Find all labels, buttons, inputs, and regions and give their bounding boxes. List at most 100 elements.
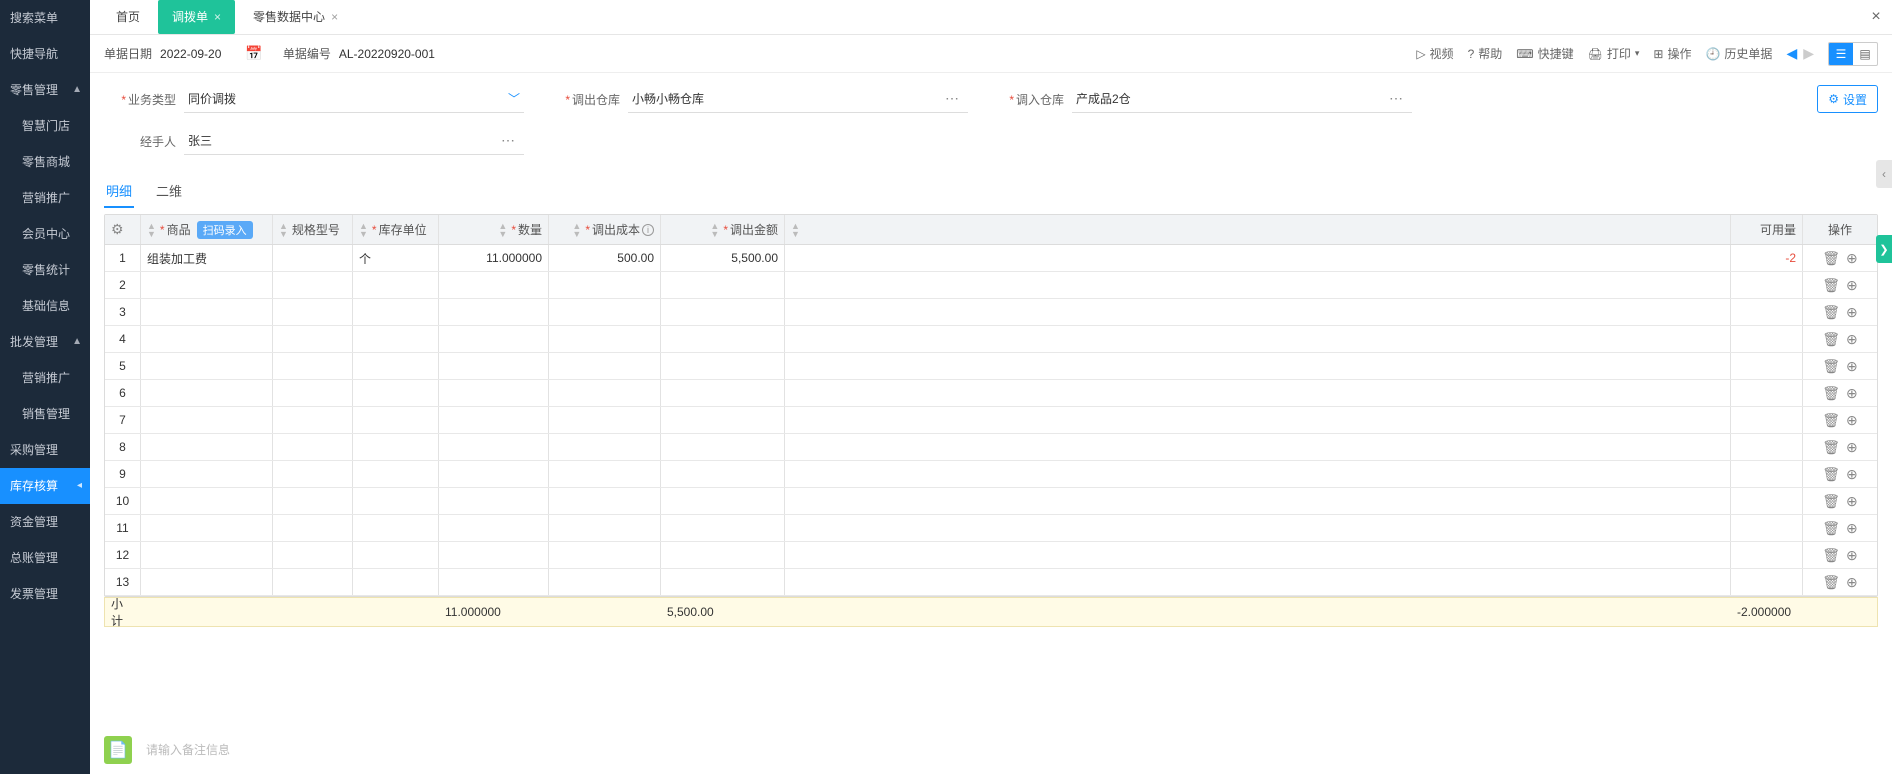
cell-qty[interactable]: [439, 407, 549, 433]
cell-spec[interactable]: [273, 488, 353, 514]
cell-amt[interactable]: [661, 326, 785, 352]
cell-spec[interactable]: [273, 380, 353, 406]
add-row-icon[interactable]: ⊕: [1846, 439, 1858, 456]
cell-spec[interactable]: [273, 407, 353, 433]
cell-spec[interactable]: [273, 569, 353, 595]
cell-unit[interactable]: [353, 488, 439, 514]
cell-cost[interactable]: [549, 380, 661, 406]
cell-qty[interactable]: [439, 299, 549, 325]
sidebar-item-retailmall[interactable]: 零售商城: [0, 144, 90, 180]
sidebar-item-basicinfo[interactable]: 基础信息: [0, 288, 90, 324]
cell-product[interactable]: [141, 488, 273, 514]
sidebar-item-inventory[interactable]: 库存核算 ◂: [0, 468, 90, 504]
cell-amt[interactable]: [661, 407, 785, 433]
cell-unit[interactable]: [353, 407, 439, 433]
table-row[interactable]: 1组装加工费个11.000000500.005,500.00-2🗑⊕: [105, 245, 1877, 272]
table-row[interactable]: 3🗑⊕: [105, 299, 1877, 326]
add-row-icon[interactable]: ⊕: [1846, 466, 1858, 483]
next-doc-button[interactable]: ▶: [1803, 45, 1814, 62]
cell-cost[interactable]: [549, 326, 661, 352]
sidebar-item-purchase[interactable]: 采购管理: [0, 432, 90, 468]
cell-product[interactable]: [141, 299, 273, 325]
cell-qty[interactable]: [439, 515, 549, 541]
cell-amt[interactable]: 5,500.00: [661, 245, 785, 271]
cell-unit[interactable]: 个: [353, 245, 439, 271]
table-row[interactable]: 6🗑⊕: [105, 380, 1877, 407]
add-row-icon[interactable]: ⊕: [1846, 520, 1858, 537]
delete-row-icon[interactable]: 🗑: [1822, 412, 1840, 429]
cell-amt[interactable]: [661, 515, 785, 541]
cell-spec[interactable]: [273, 245, 353, 271]
scan-button[interactable]: 扫码录入: [197, 221, 253, 239]
cell-cost[interactable]: [549, 542, 661, 568]
cell-cost[interactable]: [549, 299, 661, 325]
cell-product[interactable]: [141, 515, 273, 541]
delete-row-icon[interactable]: 🗑: [1822, 331, 1840, 348]
cell-product[interactable]: [141, 407, 273, 433]
table-row[interactable]: 11🗑⊕: [105, 515, 1877, 542]
delete-row-icon[interactable]: 🗑: [1822, 358, 1840, 375]
hotkey-button[interactable]: ⌨快捷键: [1516, 45, 1573, 62]
close-icon[interactable]: ×: [331, 0, 338, 34]
calendar-icon[interactable]: 📅: [245, 45, 262, 62]
cell-cost[interactable]: [549, 407, 661, 433]
add-row-icon[interactable]: ⊕: [1846, 412, 1858, 429]
help-button[interactable]: ?帮助: [1468, 45, 1503, 62]
tab-home[interactable]: 首页: [102, 0, 154, 34]
add-row-icon[interactable]: ⊕: [1846, 304, 1858, 321]
add-row-icon[interactable]: ⊕: [1846, 493, 1858, 510]
table-row[interactable]: 8🗑⊕: [105, 434, 1877, 461]
prev-doc-button[interactable]: ◀: [1786, 45, 1797, 62]
cell-spec[interactable]: [273, 272, 353, 298]
col-amt[interactable]: ▲▼调出金额: [661, 215, 785, 244]
cell-product[interactable]: [141, 434, 273, 460]
col-unit[interactable]: ▲▼库存单位: [353, 215, 439, 244]
cell-cost[interactable]: [549, 353, 661, 379]
cell-cost[interactable]: [549, 272, 661, 298]
table-row[interactable]: 12🗑⊕: [105, 542, 1877, 569]
cell-cost[interactable]: 500.00: [549, 245, 661, 271]
cell-amt[interactable]: [661, 461, 785, 487]
tab-retaildata[interactable]: 零售数据中心 ×: [239, 0, 352, 34]
info-icon[interactable]: i: [642, 224, 654, 236]
col-cost[interactable]: ▲▼调出成本i: [549, 215, 661, 244]
print-button[interactable]: 🖨打印▾: [1588, 45, 1640, 62]
sidebar-item-funds[interactable]: 资金管理: [0, 504, 90, 540]
sidebar-item-retailstats[interactable]: 零售统计: [0, 252, 90, 288]
sidebar-item-salesmgmt[interactable]: 销售管理: [0, 396, 90, 432]
cell-spec[interactable]: [273, 299, 353, 325]
tab-transfer[interactable]: 调拨单 ×: [158, 0, 235, 34]
delete-row-icon[interactable]: 🗑: [1822, 385, 1840, 402]
cell-product[interactable]: [141, 353, 273, 379]
history-button[interactable]: 🕘历史单据: [1705, 45, 1772, 62]
cell-unit[interactable]: [353, 515, 439, 541]
add-row-icon[interactable]: ⊕: [1846, 574, 1858, 591]
col-product[interactable]: ▲▼商品扫码录入: [141, 215, 273, 244]
cell-spec[interactable]: [273, 434, 353, 460]
subtab-detail[interactable]: 明细: [104, 175, 134, 208]
table-row[interactable]: 2🗑⊕: [105, 272, 1877, 299]
add-row-icon[interactable]: ⊕: [1846, 250, 1858, 267]
delete-row-icon[interactable]: 🗑: [1822, 520, 1840, 537]
side-action-handle[interactable]: ❯: [1876, 235, 1892, 263]
cell-unit[interactable]: [353, 434, 439, 460]
close-all-tabs[interactable]: ×: [1860, 0, 1892, 34]
cell-amt[interactable]: [661, 488, 785, 514]
sidebar-item-marketing[interactable]: 营销推广: [0, 180, 90, 216]
cell-unit[interactable]: [353, 326, 439, 352]
cell-qty[interactable]: [439, 488, 549, 514]
cell-cost[interactable]: [549, 515, 661, 541]
cell-cost[interactable]: [549, 488, 661, 514]
add-row-icon[interactable]: ⊕: [1846, 385, 1858, 402]
video-button[interactable]: ▷视频: [1416, 45, 1453, 62]
table-row[interactable]: 9🗑⊕: [105, 461, 1877, 488]
cell-qty[interactable]: [439, 461, 549, 487]
delete-row-icon[interactable]: 🗑: [1822, 574, 1840, 591]
delete-row-icon[interactable]: 🗑: [1822, 493, 1840, 510]
cell-product[interactable]: 组装加工费: [141, 245, 273, 271]
cell-unit[interactable]: [353, 353, 439, 379]
cell-spec[interactable]: [273, 515, 353, 541]
cell-amt[interactable]: [661, 353, 785, 379]
cell-qty[interactable]: [439, 434, 549, 460]
doc-date[interactable]: 2022-09-20: [160, 47, 221, 61]
